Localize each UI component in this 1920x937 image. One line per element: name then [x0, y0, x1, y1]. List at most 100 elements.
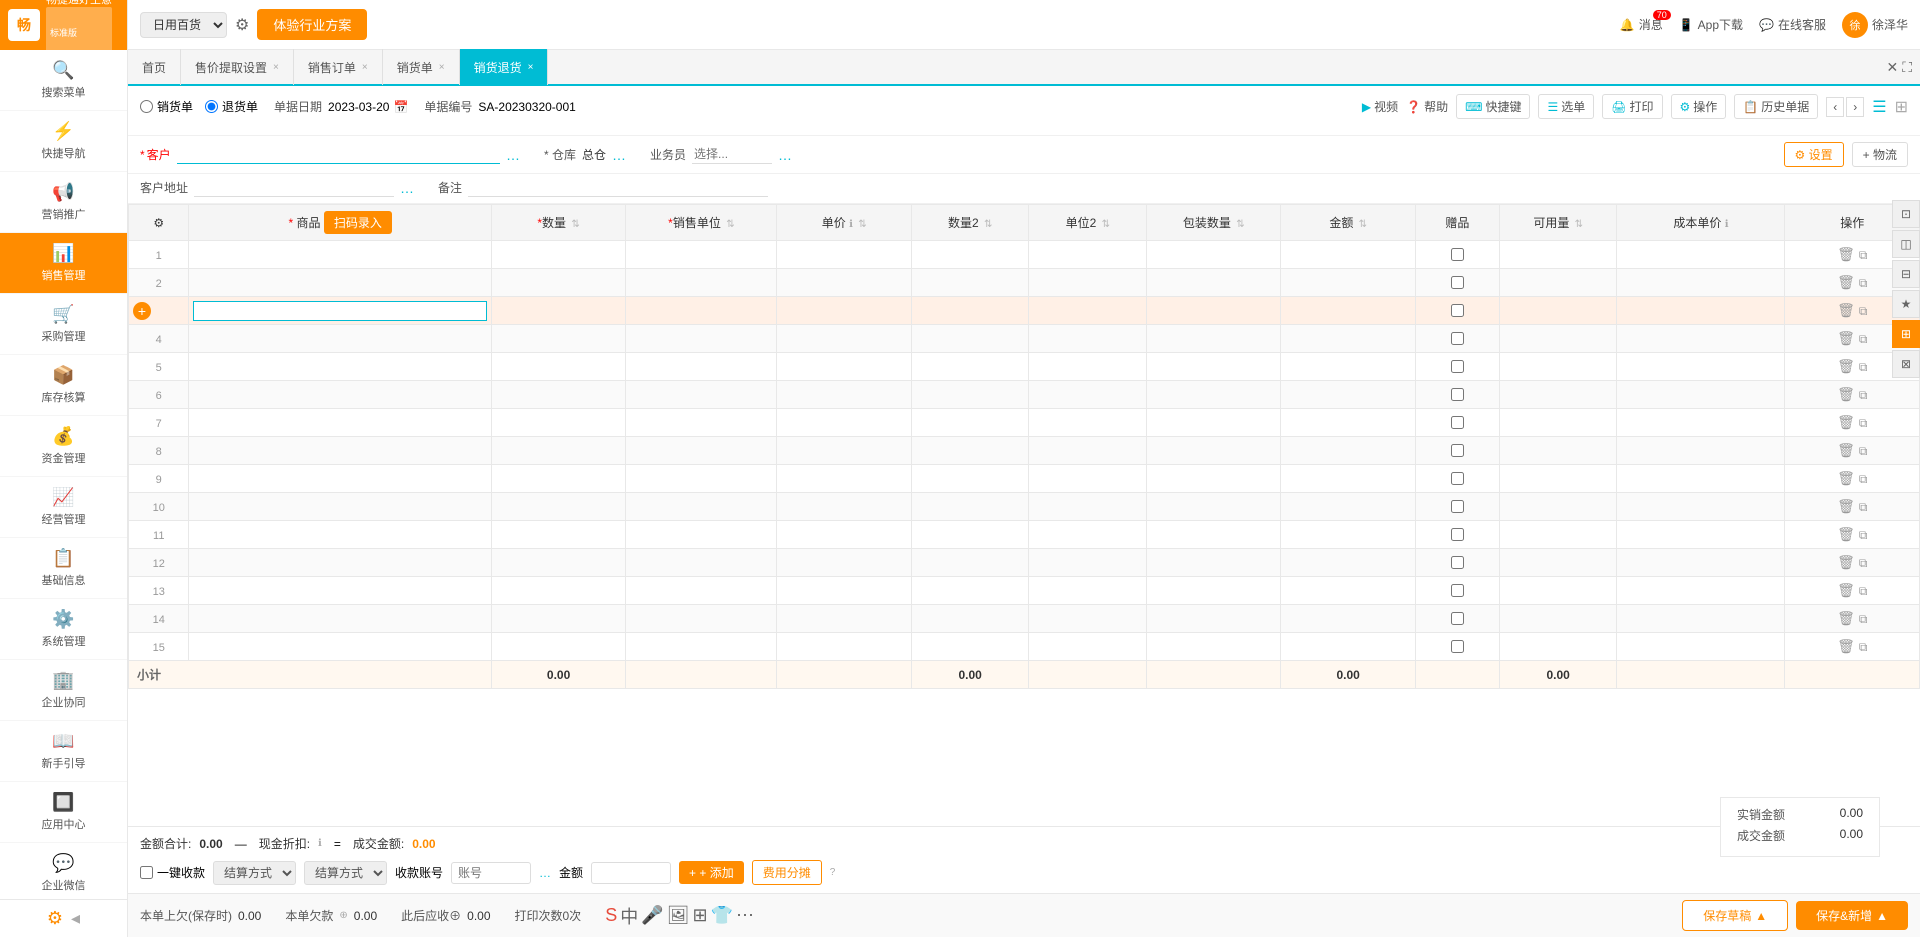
gift-cell[interactable] — [1415, 297, 1499, 325]
unit-cell[interactable] — [626, 605, 777, 633]
sidebar-item-system[interactable]: ⚙️ 系统管理 — [0, 599, 127, 660]
gift-cell[interactable] — [1415, 409, 1499, 437]
pkg-qty-cell[interactable] — [1147, 381, 1281, 409]
pkg-qty-cell[interactable] — [1147, 269, 1281, 297]
collapse-icon[interactable]: ◂ — [71, 908, 80, 929]
pkg-qty-cell[interactable] — [1147, 605, 1281, 633]
amount-cell[interactable] — [1281, 269, 1415, 297]
price-cell[interactable] — [777, 241, 911, 269]
staff-input[interactable] — [692, 145, 772, 164]
sidebar-item-operation[interactable]: 📈 经营管理 — [0, 477, 127, 538]
product-cell[interactable] — [189, 325, 491, 353]
pkg-qty-cell[interactable] — [1147, 549, 1281, 577]
pkg-qty-cell[interactable] — [1147, 577, 1281, 605]
price-cell[interactable] — [777, 465, 911, 493]
staff-more-btn[interactable]: … — [778, 147, 792, 163]
quantity-cell[interactable] — [491, 605, 625, 633]
radio-return-input[interactable] — [205, 100, 218, 113]
unit2-cell[interactable] — [1029, 465, 1147, 493]
qty2-cell[interactable] — [911, 325, 1029, 353]
list-view-icon[interactable]: ☰ — [1872, 97, 1886, 117]
price-cell[interactable] — [777, 493, 911, 521]
gift-checkbox[interactable] — [1451, 500, 1464, 513]
price-cell[interactable] — [777, 521, 911, 549]
delete-row-btn[interactable]: 🗑 — [1837, 498, 1855, 514]
quantity-cell[interactable] — [491, 241, 625, 269]
gift-checkbox[interactable] — [1451, 640, 1464, 653]
expand-icon[interactable]: ⛶ — [1902, 59, 1912, 76]
amount-cell[interactable] — [1281, 381, 1415, 409]
delete-row-btn[interactable]: 🗑 — [1837, 246, 1855, 262]
qty2-cell[interactable] — [911, 493, 1029, 521]
toolbar-more-icon[interactable]: ⋯ — [736, 905, 754, 926]
product-cell[interactable] — [189, 353, 491, 381]
copy-row-btn[interactable]: ⧉ — [1859, 612, 1868, 626]
quantity-cell[interactable] — [491, 465, 625, 493]
amount-cell[interactable] — [1281, 633, 1415, 661]
qty2-cell[interactable] — [911, 353, 1029, 381]
department-select[interactable]: 日用百货 — [140, 12, 227, 38]
address-input[interactable] — [194, 178, 394, 197]
price-cell[interactable] — [777, 297, 911, 325]
qty2-cell[interactable] — [911, 269, 1029, 297]
qty2-cell[interactable] — [911, 577, 1029, 605]
amount-cell[interactable] — [1281, 605, 1415, 633]
unit2-cell[interactable] — [1029, 521, 1147, 549]
amount-cell[interactable] — [1281, 521, 1415, 549]
tab-price-settings[interactable]: 售价提取设置 × — [181, 49, 294, 85]
quantity-cell[interactable] — [491, 269, 625, 297]
col-gear-icon[interactable]: ⚙ — [153, 216, 164, 230]
pkg-qty-cell[interactable] — [1147, 437, 1281, 465]
price-cell[interactable] — [777, 549, 911, 577]
rfloat-btn-2[interactable]: ⊟ — [1892, 260, 1920, 288]
qty-sort-icon[interactable]: ⇅ — [571, 219, 579, 230]
rfloat-btn-1[interactable]: ◫ — [1892, 230, 1920, 258]
copy-row-btn[interactable]: ⧉ — [1859, 388, 1868, 402]
save-draft-btn[interactable]: 保存草稿 ▲ — [1682, 900, 1788, 931]
settle-method-select[interactable]: 结算方式 — [213, 861, 296, 885]
topbar-gear-icon[interactable]: ⚙ — [235, 15, 249, 35]
copy-row-btn[interactable]: ⧉ — [1859, 360, 1868, 374]
quantity-cell[interactable] — [491, 493, 625, 521]
ops-btn[interactable]: ⚙ 操作 — [1671, 94, 1727, 119]
unit2-cell[interactable] — [1029, 297, 1147, 325]
price-cell[interactable] — [777, 409, 911, 437]
delete-row-btn[interactable]: 🗑 — [1837, 610, 1855, 626]
pkg-qty-cell[interactable] — [1147, 241, 1281, 269]
sidebar-item-quick[interactable]: ⚡ 快捷导航 — [0, 111, 127, 172]
qty2-cell[interactable] — [911, 409, 1029, 437]
customer-input[interactable] — [177, 145, 500, 164]
product-cell[interactable] — [189, 437, 491, 465]
tab-sales-order[interactable]: 销售订单 × — [294, 49, 383, 85]
product-cell[interactable] — [189, 605, 491, 633]
unit2-cell[interactable] — [1029, 353, 1147, 381]
pkg-qty-cell[interactable] — [1147, 325, 1281, 353]
pkg-sort-icon[interactable]: ⇅ — [1236, 219, 1244, 230]
qty2-cell[interactable] — [911, 549, 1029, 577]
sidebar-item-marketing[interactable]: 📢 营销推广 — [0, 172, 127, 233]
one-click-checkbox[interactable]: 一键收款 — [140, 864, 205, 881]
gift-checkbox[interactable] — [1451, 360, 1464, 373]
copy-row-btn[interactable]: ⧉ — [1859, 528, 1868, 542]
radio-delivery[interactable]: 销货单 — [140, 98, 193, 115]
product-cell[interactable] — [189, 241, 491, 269]
save-new-btn[interactable]: 保存&新增 ▲ — [1796, 901, 1908, 930]
gift-cell[interactable] — [1415, 269, 1499, 297]
price-cell[interactable] — [777, 437, 911, 465]
close-all-icon[interactable]: ✕ — [1886, 59, 1898, 76]
sidebar-item-sales[interactable]: 📊 销售管理 — [0, 233, 127, 294]
copy-row-btn[interactable]: ⧉ — [1859, 584, 1868, 598]
unit-cell[interactable] — [626, 269, 777, 297]
history-btn[interactable]: 📋 历史单据 — [1734, 94, 1818, 119]
delete-row-btn[interactable]: 🗑 — [1837, 386, 1855, 402]
rfloat-btn-5[interactable]: ⊠ — [1892, 350, 1920, 378]
trial-btn[interactable]: 体验行业方案 — [257, 9, 367, 40]
delete-row-btn[interactable]: 🗑 — [1837, 302, 1855, 318]
delete-row-btn[interactable]: 🗑 — [1837, 554, 1855, 570]
pkg-qty-cell[interactable] — [1147, 409, 1281, 437]
qty2-cell[interactable] — [911, 437, 1029, 465]
amount-cell[interactable] — [1281, 549, 1415, 577]
gift-cell[interactable] — [1415, 353, 1499, 381]
gift-checkbox[interactable] — [1451, 584, 1464, 597]
gift-cell[interactable] — [1415, 241, 1499, 269]
